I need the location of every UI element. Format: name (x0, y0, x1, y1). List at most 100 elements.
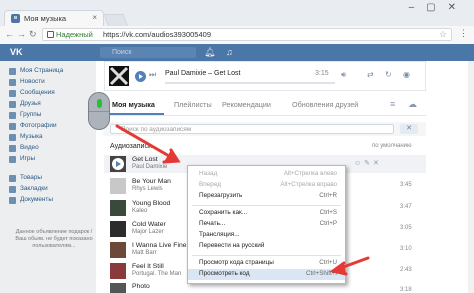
vk-logo[interactable]: VK (10, 47, 23, 57)
documents-icon (9, 197, 16, 204)
sidebar-item-goods[interactable]: Товары (20, 174, 42, 181)
context-menu-cast[interactable]: Трансляция... (188, 230, 345, 241)
shuffle-icon[interactable]: ⇄ (367, 70, 374, 79)
address-bar-row: ← → ↻ Надежный https://vk.com/audios3930… (0, 26, 474, 45)
tab-friends-updates[interactable]: Обновления друзей (292, 100, 358, 109)
sidebar-item-messages[interactable]: Сообщения (20, 89, 55, 96)
track-cover (110, 156, 126, 172)
track-title: Get Lost (132, 156, 158, 163)
add-playlist-icon[interactable]: ≡ (390, 99, 395, 109)
sidebar-item-news[interactable]: Новости (20, 78, 45, 85)
track-time: 3:45 (400, 182, 412, 188)
back-icon[interactable]: ← (5, 29, 14, 39)
track-artist[interactable]: Portugal. The Man (132, 271, 181, 277)
url-field[interactable]: Надежный https://vk.com/audios393005409 … (42, 28, 452, 41)
mouse-split-line (89, 111, 109, 112)
player-track: Paul Damixie – Get Lost (165, 70, 241, 77)
browser-tab[interactable]: в Моя музыка × (4, 10, 104, 26)
friends-icon (9, 101, 16, 108)
clear-search-icon[interactable]: ✕ (400, 124, 418, 134)
vk-search-input[interactable]: Поиск (100, 47, 196, 58)
context-menu-forward[interactable]: Вперед Alt+Стрелка вправо (188, 180, 345, 191)
track-artist[interactable]: Major Lazer (132, 229, 164, 235)
tab-recommendations[interactable]: Рекомендации (222, 100, 271, 109)
reload-icon[interactable]: ↻ (29, 29, 37, 40)
audio-heading: Аудиозаписи (110, 143, 152, 150)
window-controls[interactable]: –▢✕ (409, 2, 468, 13)
news-icon (9, 79, 16, 86)
games-icon (9, 156, 16, 163)
browser-menu-icon[interactable]: ⋮ (459, 28, 468, 39)
sidebar-item-games[interactable]: Игры (20, 155, 35, 162)
bookmarks-icon (9, 186, 16, 193)
track-time: 2:43 (400, 267, 412, 273)
sort-dropdown[interactable]: по умолчанию (372, 143, 412, 149)
context-menu-print[interactable]: Печать... Ctrl+P (188, 219, 345, 230)
menu-item-label: Перезагрузить (199, 192, 243, 199)
menu-item-shortcut: Alt+Стрелка влево (283, 170, 337, 177)
sidebar-item-video[interactable]: Видео (20, 144, 39, 151)
context-menu-back[interactable]: Назад Alt+Стрелка влево (188, 169, 345, 180)
tab-my-music[interactable]: Моя музыка (112, 100, 155, 109)
repeat-icon[interactable]: ↻ (385, 70, 392, 79)
sidebar-item-music[interactable]: Музыка (20, 133, 43, 140)
audio-search-input[interactable]: Поиск по аудиозаписям (110, 124, 394, 134)
next-icon[interactable]: ⏭︎ (149, 70, 156, 80)
sidebar-item-photos[interactable]: Фотографии (20, 122, 57, 129)
sidebar-item-my-page[interactable]: Моя Страница (20, 67, 63, 74)
track-actions[interactable]: ☺✎✕ (354, 159, 382, 167)
sidebar-ad-text: Данное объявление подарок / Ваш обьяв. н… (15, 229, 93, 249)
menu-item-shortcut: Ctrl+R (319, 192, 337, 199)
track-title: Cold Water (132, 221, 166, 228)
menu-item-shortcut: Ctrl+P (319, 220, 337, 227)
home-icon (9, 68, 16, 75)
music-icon (9, 134, 16, 141)
menu-item-label: Вперед (199, 181, 221, 188)
play-button[interactable] (135, 71, 146, 82)
track-artist[interactable]: Paul Damixie (132, 164, 167, 170)
broadcast-icon[interactable]: ◉ (403, 70, 410, 79)
sidebar-item-groups[interactable]: Группы (20, 111, 41, 118)
track-artist[interactable]: Kaleo (132, 208, 147, 214)
context-menu-save-as[interactable]: Сохранить как... Ctrl+S (188, 208, 345, 219)
sidebar-item-documents[interactable]: Документы (20, 196, 53, 203)
sidebar-item-bookmarks[interactable]: Закладки (20, 185, 48, 192)
context-menu-reload[interactable]: Перезагрузить Ctrl+R (188, 191, 345, 202)
tab-playlists[interactable]: Плейлисты (174, 100, 212, 109)
track-cover (110, 200, 126, 216)
music-note-icon[interactable]: ♫ (226, 47, 233, 57)
bookmark-star-icon[interactable]: ☆ (439, 29, 447, 40)
tab-title: Моя музыка (24, 14, 67, 23)
audio-search-row: Поиск по аудиозаписям ✕ (104, 122, 426, 136)
context-menu-inspect[interactable]: Просмотреть код Ctrl+Shift+I (188, 269, 345, 280)
menu-item-shortcut: Ctrl+S (319, 209, 337, 216)
mouse-wheel-icon (97, 99, 102, 108)
tab-close-icon[interactable]: × (92, 13, 97, 22)
track-title: Feel It Still (132, 263, 164, 270)
track-artist[interactable]: Rhys Lewis (132, 186, 163, 192)
context-menu-translate[interactable]: Перевести на русский (188, 241, 345, 252)
lock-icon (47, 31, 54, 38)
secure-label: Надежный (56, 30, 93, 39)
volume-icon[interactable]: 🔊︎ (341, 70, 346, 80)
music-tabs: Моя музыка Плейлисты Рекомендации Обновл… (104, 97, 426, 116)
page-scrollbar[interactable] (468, 61, 474, 293)
track-time: 3:10 (400, 246, 412, 252)
track-title: Young Blood (132, 200, 171, 207)
track-time: 3:47 (400, 204, 412, 210)
context-menu-view-source[interactable]: Просмотр кода страницы Ctrl+U (188, 258, 345, 269)
upload-icon[interactable]: ☁ (408, 99, 417, 110)
player-time: 3:15 (315, 70, 329, 77)
vk-favicon-icon: в (11, 14, 20, 23)
menu-item-label: Трансляция... (199, 231, 240, 238)
photos-icon (9, 123, 16, 130)
progress-bar[interactable] (165, 82, 335, 84)
track-title: I Wanna Live Fine (132, 242, 187, 249)
track-title: Photo (132, 283, 150, 290)
sidebar-item-friends[interactable]: Друзья (20, 100, 41, 107)
bell-icon[interactable]: 🔔︎ (204, 47, 215, 58)
context-menu: Назад Alt+Стрелка влево Вперед Alt+Стрел… (187, 165, 346, 284)
track-artist[interactable]: Matt Barr (132, 250, 157, 256)
menu-item-shortcut: Ctrl+U (319, 259, 337, 266)
forward-icon[interactable]: → (17, 29, 26, 39)
